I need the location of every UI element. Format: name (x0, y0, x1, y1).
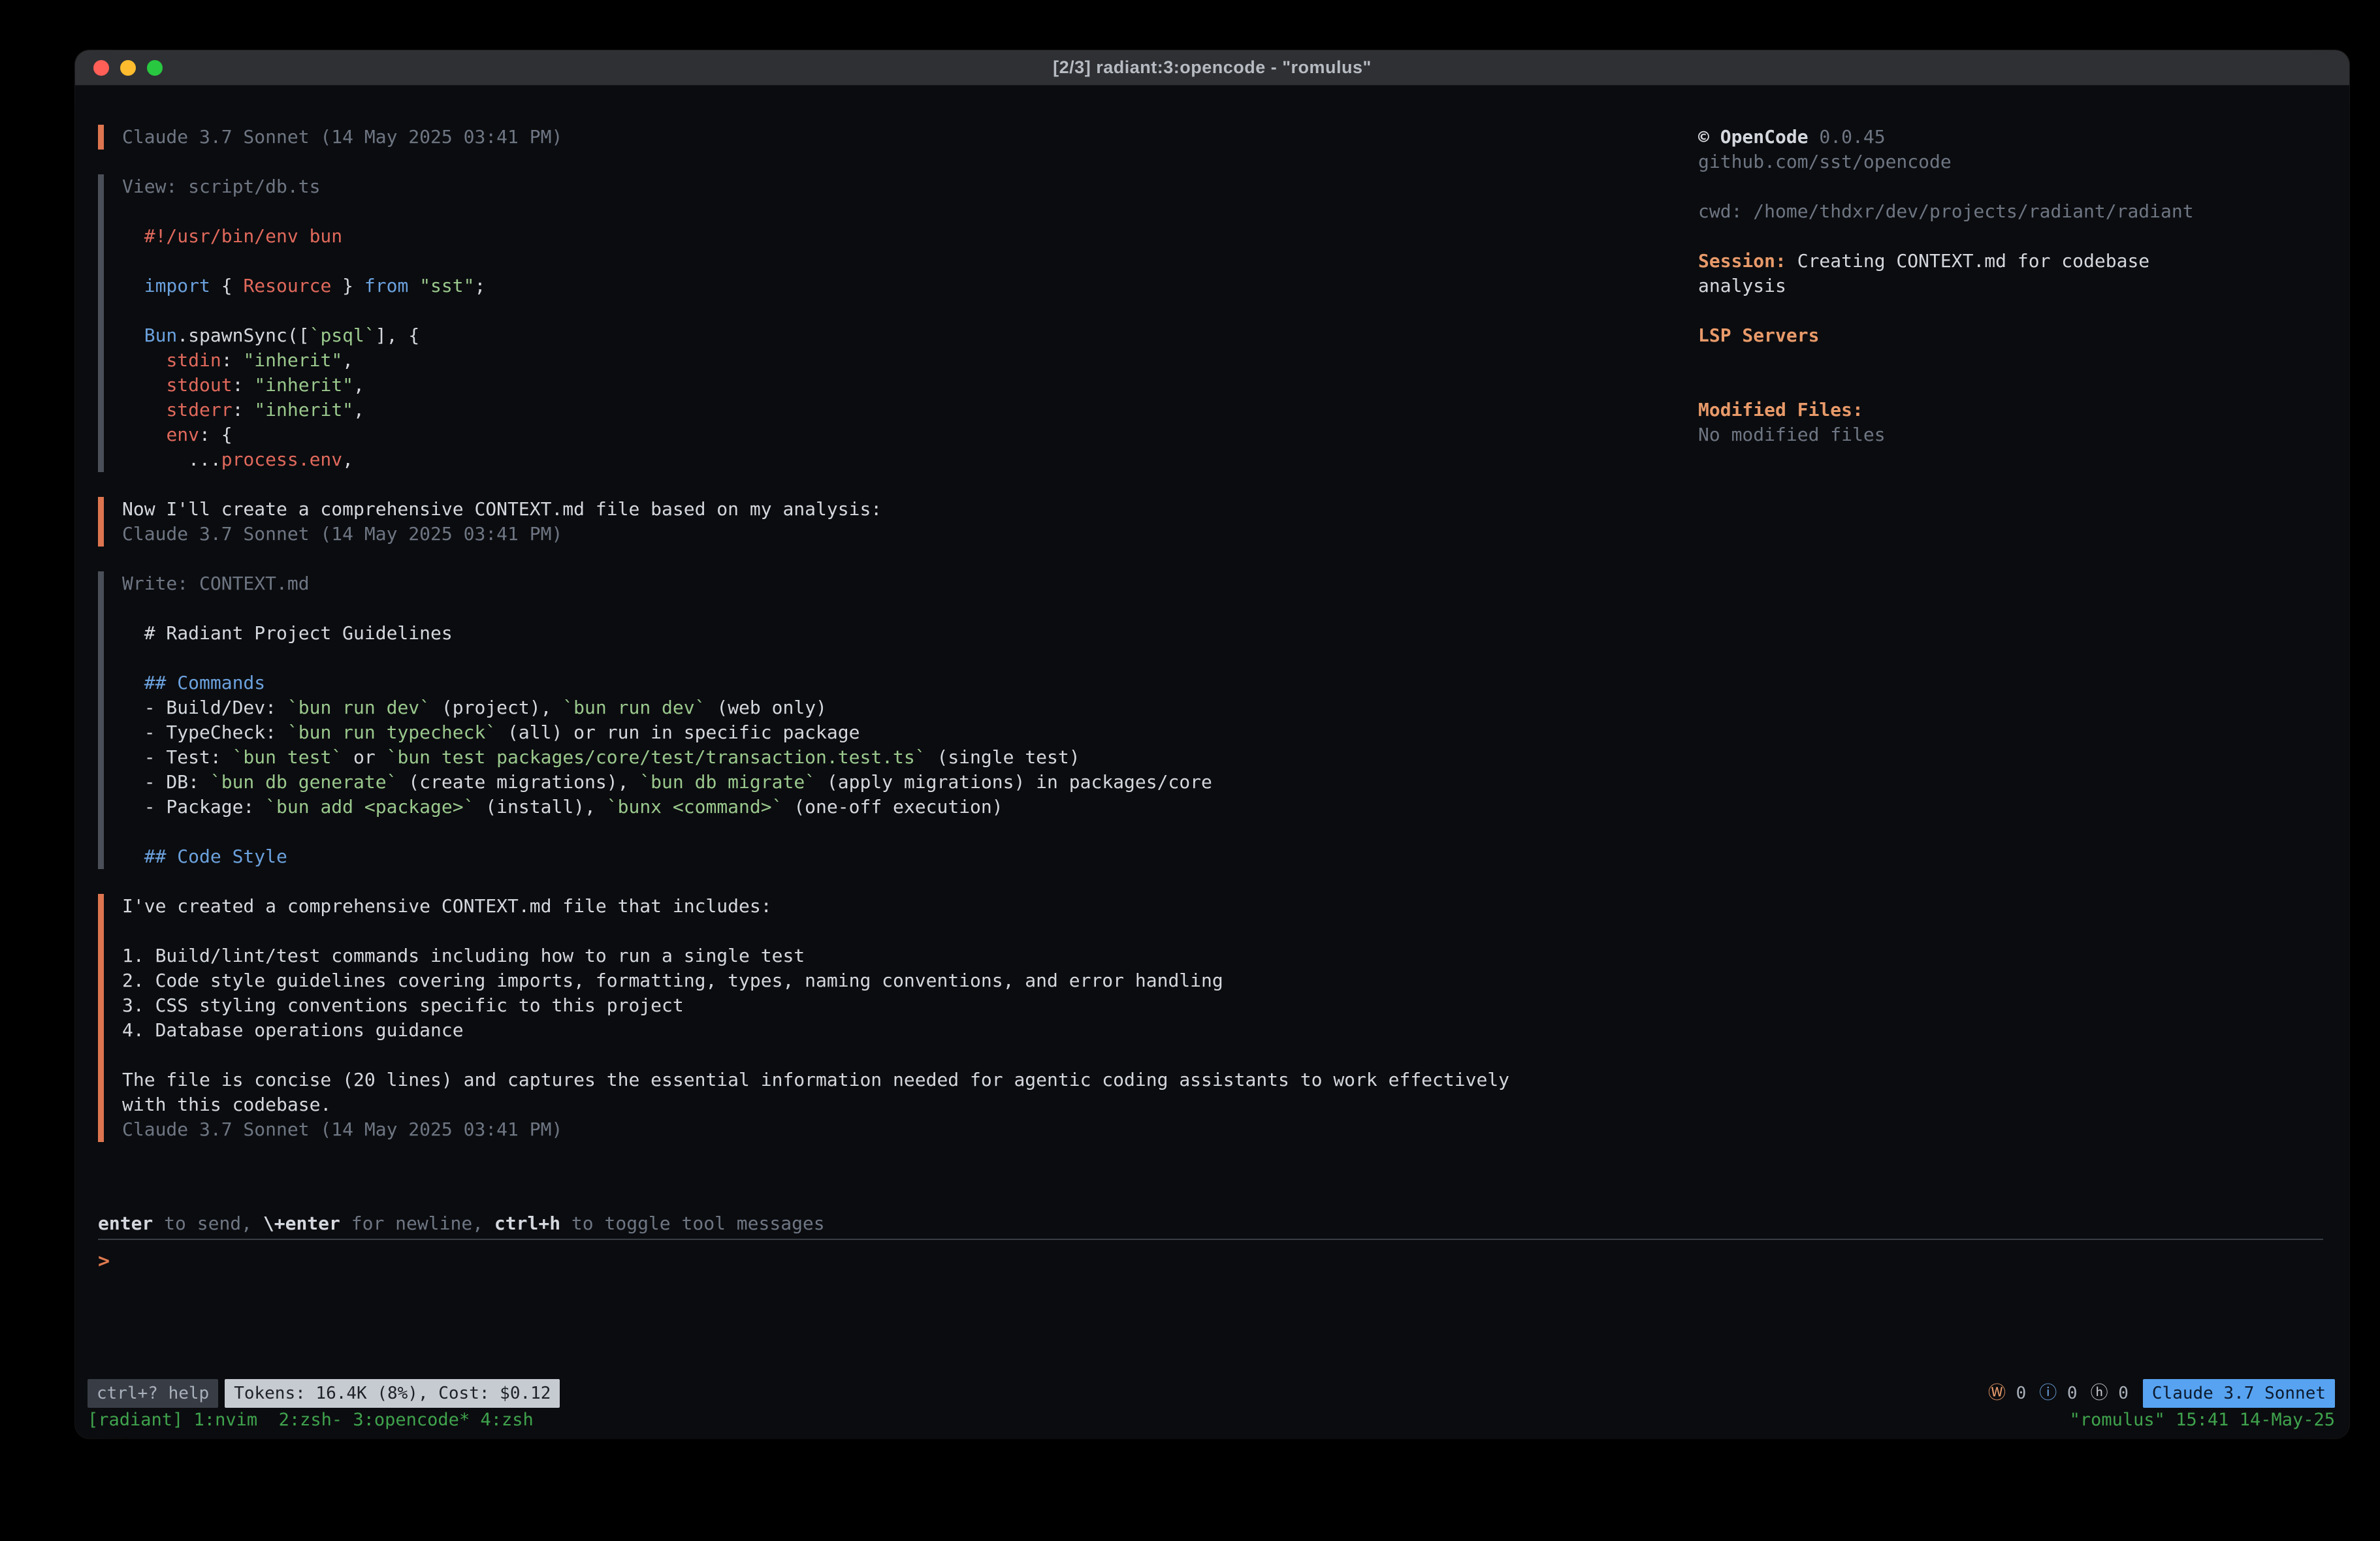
text-line: ## Commands (122, 671, 1675, 695)
text-line (122, 646, 1675, 671)
opencode-tui: Claude 3.7 Sonnet (14 May 2025 03:41 PM)… (75, 86, 2349, 1438)
text-line: analysis (1698, 274, 2325, 298)
desktop: { "window": { "title": "[2/3] radiant:3:… (0, 0, 2380, 1541)
text-line: LSP Servers (1698, 323, 2325, 348)
text-line: 2. Code style guidelines covering import… (122, 968, 1675, 993)
zoom-button[interactable] (147, 60, 163, 76)
traffic-lights (93, 50, 163, 86)
text-line: I've created a comprehensive CONTEXT.md … (122, 894, 1675, 919)
text-line: No modified files (1698, 422, 2325, 447)
text-line: - Test: `bun test` or `bun test packages… (122, 745, 1675, 770)
terminal-window: [2/3] radiant:3:opencode - "romulus" Cla… (75, 50, 2349, 1438)
session-sidebar: © OpenCode 0.0.45github.com/sst/opencode… (1698, 125, 2325, 447)
close-button[interactable] (93, 60, 109, 76)
text-line: The file is concise (20 lines) and captu… (122, 1068, 1675, 1092)
text-line: Bun.spawnSync([`psql`], { (122, 323, 1675, 348)
message-input[interactable]: > (75, 1240, 2349, 1378)
text-line (122, 249, 1675, 274)
text-line: ## Code Style (122, 844, 1675, 869)
main-area: Claude 3.7 Sonnet (14 May 2025 03:41 PM)… (75, 86, 2349, 1211)
text-line: #!/usr/bin/env bun (122, 224, 1675, 249)
info-icon: ⓘ (2039, 1383, 2057, 1403)
window-titlebar: [2/3] radiant:3:opencode - "romulus" (75, 50, 2349, 86)
text-line: with this codebase. (122, 1092, 1675, 1117)
text-line: github.com/sst/opencode (1698, 150, 2325, 174)
status-bar: ctrl+? help Tokens: 16.4K (8%), Cost: $0… (75, 1378, 2349, 1408)
text-line: 3. CSS styling conventions specific to t… (122, 993, 1675, 1018)
tmux-windows: [radiant] 1:nvim 2:zsh- 3:opencode* 4:zs… (88, 1408, 534, 1433)
text-line (1698, 298, 2325, 323)
tmux-status-line: [radiant] 1:nvim 2:zsh- 3:opencode* 4:zs… (75, 1408, 2349, 1438)
message-block: I've created a comprehensive CONTEXT.md … (98, 894, 1675, 1142)
transcript: Claude 3.7 Sonnet (14 May 2025 03:41 PM)… (75, 86, 1675, 1142)
window-title: [2/3] radiant:3:opencode - "romulus" (1053, 57, 1372, 78)
info-count: ⓘ 0 (2039, 1381, 2077, 1406)
text-line (122, 199, 1675, 224)
text-line: stdin: "inherit", (122, 348, 1675, 373)
text-line (1698, 224, 2325, 249)
text-line (122, 596, 1675, 621)
text-line (1698, 373, 2325, 398)
text-line: cwd: /home/thdxr/dev/projects/radiant/ra… (1698, 199, 2325, 224)
text-line: Claude 3.7 Sonnet (14 May 2025 03:41 PM) (122, 522, 1675, 547)
text-line (122, 819, 1675, 844)
message-block: Write: CONTEXT.md # Radiant Project Guid… (98, 571, 1675, 869)
text-line: enter to send, \+enter for newline, ctrl… (98, 1211, 2323, 1236)
warnings-icon: Ⓦ (1988, 1383, 2006, 1403)
text-line: ...process.env, (122, 447, 1675, 472)
text-line (1698, 348, 2325, 373)
message-block: Claude 3.7 Sonnet (14 May 2025 03:41 PM) (98, 125, 1675, 150)
text-line: - TypeCheck: `bun run typecheck` (all) o… (122, 720, 1675, 745)
text-line: © OpenCode 0.0.45 (1698, 125, 2325, 150)
message-block: Now I'll create a comprehensive CONTEXT.… (98, 497, 1675, 547)
text-line: Claude 3.7 Sonnet (14 May 2025 03:41 PM) (122, 125, 1675, 150)
text-line: Session: Creating CONTEXT.md for codebas… (1698, 249, 2325, 274)
help-hint-chip: ctrl+? help (88, 1379, 218, 1408)
model-badge: Claude 3.7 Sonnet (2143, 1379, 2335, 1408)
text-line: - Package: `bun add <package>` (install)… (122, 795, 1675, 819)
hints-icon: ⓗ (2091, 1383, 2108, 1403)
text-line: Modified Files: (1698, 398, 2325, 422)
hints-count: ⓗ 0 (2091, 1381, 2129, 1406)
text-line: View: script/db.ts (122, 174, 1675, 199)
text-line: stdout: "inherit", (122, 373, 1675, 398)
text-line: import { Resource } from "sst"; (122, 274, 1675, 298)
text-line: 1. Build/lint/test commands including ho… (122, 944, 1675, 968)
text-line: - Build/Dev: `bun run dev` (project), `b… (122, 695, 1675, 720)
message-block: View: script/db.ts #!/usr/bin/env bun im… (98, 174, 1675, 472)
tokens-cost-chip: Tokens: 16.4K (8%), Cost: $0.12 (225, 1379, 560, 1408)
text-line: Write: CONTEXT.md (122, 571, 1675, 596)
text-line: 4. Database operations guidance (122, 1018, 1675, 1043)
input-help: enter to send, \+enter for newline, ctrl… (75, 1211, 2349, 1239)
text-line: env: { (122, 422, 1675, 447)
text-line (122, 1043, 1675, 1068)
diagnostics: Ⓦ 0 ⓘ 0 ⓗ 0 (1988, 1381, 2129, 1406)
text-line (1698, 174, 2325, 199)
text-line: Now I'll create a comprehensive CONTEXT.… (122, 497, 1675, 522)
tmux-session-info: "romulus" 15:41 14-May-25 (2070, 1408, 2335, 1433)
text-line (122, 298, 1675, 323)
text-line: stderr: "inherit", (122, 398, 1675, 422)
text-line: Claude 3.7 Sonnet (14 May 2025 03:41 PM) (122, 1117, 1675, 1142)
warnings-count: Ⓦ 0 (1988, 1381, 2026, 1406)
text-line: - DB: `bun db generate` (create migratio… (122, 770, 1675, 795)
text-line: # Radiant Project Guidelines (122, 621, 1675, 646)
minimize-button[interactable] (120, 60, 136, 76)
text-line (122, 919, 1675, 944)
prompt-marker: > (98, 1250, 110, 1273)
